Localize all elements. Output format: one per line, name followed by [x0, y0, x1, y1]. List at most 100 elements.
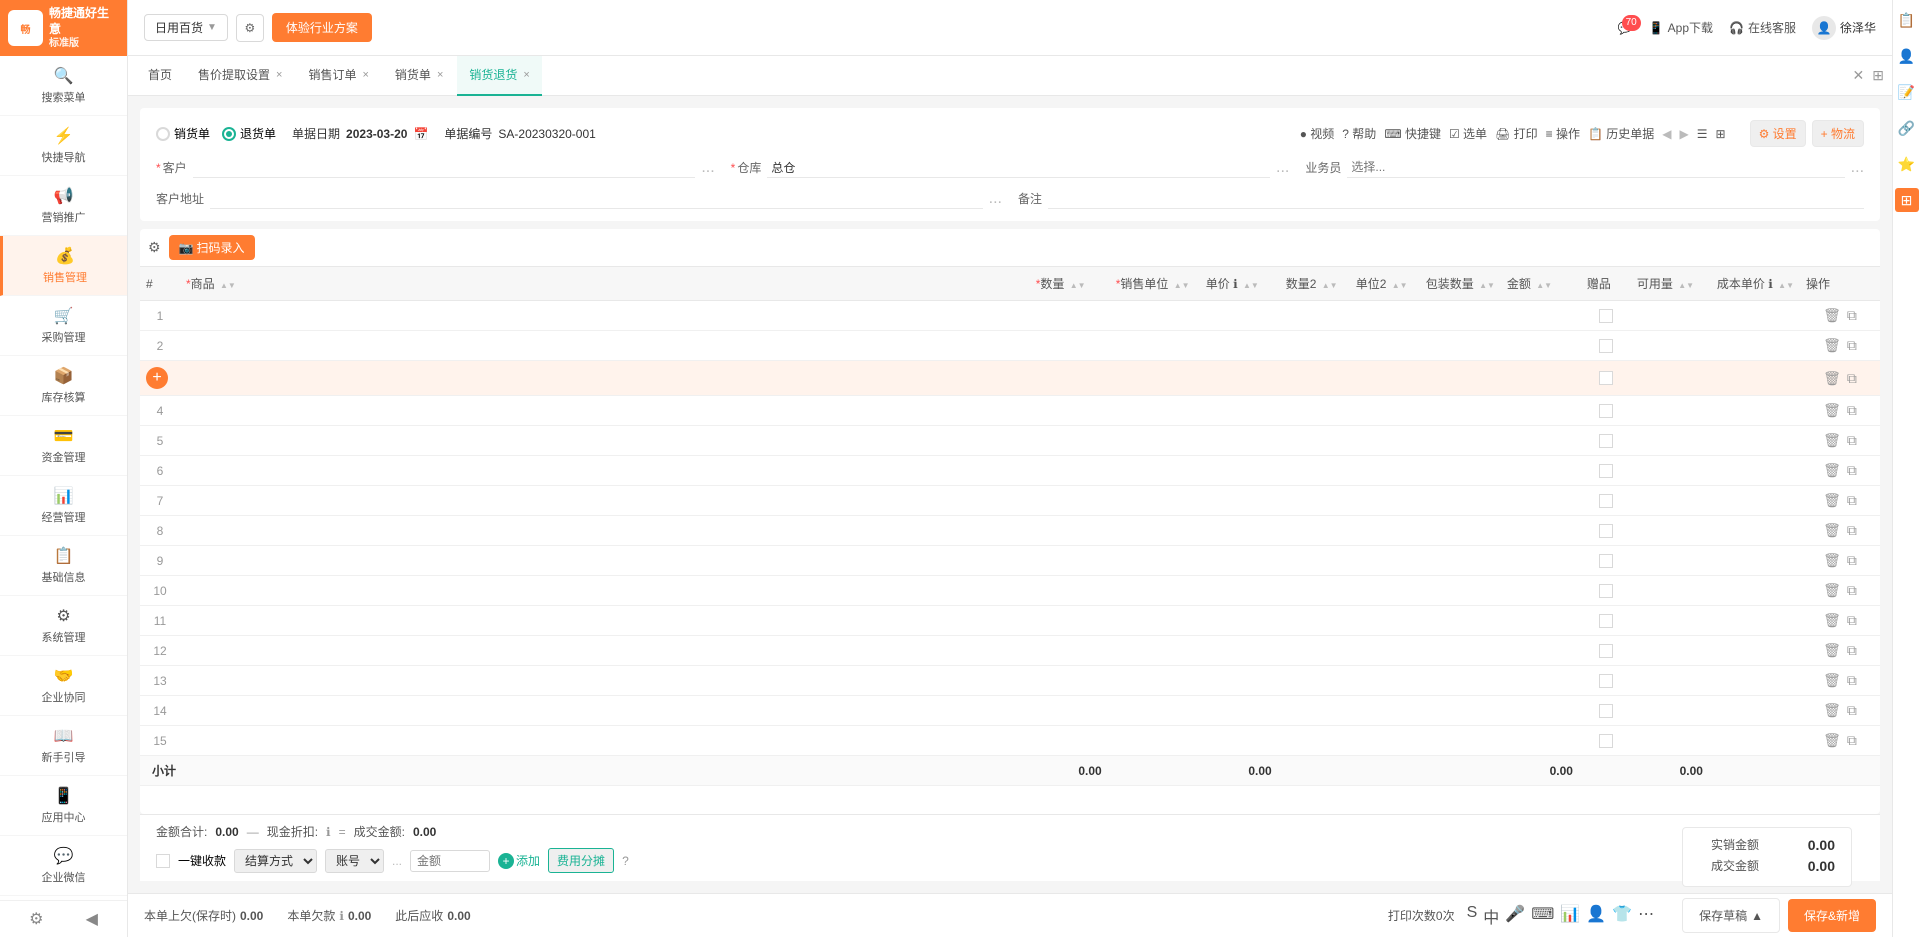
- row-available-3[interactable]: [1631, 361, 1711, 396]
- copy-icon[interactable]: ⧉: [1847, 612, 1857, 629]
- tab-price-close[interactable]: ×: [276, 69, 282, 81]
- gift-checkbox-3[interactable]: [1599, 371, 1613, 385]
- row-qty2-2[interactable]: [1280, 331, 1350, 361]
- delete-icon[interactable]: 🗑: [1823, 642, 1841, 659]
- sidebar-item-系统管理[interactable]: ⚙ 系统管理: [0, 596, 127, 656]
- row-quantity-3[interactable]: [1030, 361, 1110, 396]
- table-settings-icon[interactable]: ⚙: [148, 239, 161, 256]
- tab-price-settings[interactable]: 售价提取设置 ×: [186, 56, 294, 96]
- app-download-button[interactable]: 📱 App下载: [1649, 19, 1713, 36]
- copy-icon[interactable]: ⧉: [1847, 552, 1857, 569]
- address-input[interactable]: [210, 188, 983, 209]
- toolbar-icon-4[interactable]: ⌨: [1531, 904, 1554, 928]
- daily-select[interactable]: 日用百货 ▼: [144, 14, 228, 41]
- row-quantity-1[interactable]: [1030, 301, 1110, 331]
- save-draft-button[interactable]: 保存草稿 ▲: [1682, 898, 1780, 933]
- sidebar-item-资金管理[interactable]: 💳 资金管理: [0, 416, 127, 476]
- operation-btn[interactable]: ≡ 操作: [1546, 125, 1580, 142]
- settings-icon[interactable]: ⚙: [29, 909, 43, 929]
- calendar-icon[interactable]: 📅: [413, 127, 428, 141]
- copy-icon[interactable]: ⧉: [1847, 732, 1857, 749]
- sidebar-item-采购管理[interactable]: 🛒 采购管理: [0, 296, 127, 356]
- sidebar-item-企业协同[interactable]: 🤝 企业协同: [0, 656, 127, 716]
- toolbar-icon-2[interactable]: 中: [1483, 904, 1499, 928]
- tab-more[interactable]: ⊞: [1872, 67, 1884, 84]
- account-dots[interactable]: ...: [392, 854, 402, 868]
- sort-pack[interactable]: ▲▼: [1479, 281, 1495, 290]
- pay-amount-input[interactable]: [410, 850, 490, 872]
- delete-icon[interactable]: 🗑: [1823, 522, 1841, 539]
- scan-button[interactable]: 📷 扫码录入: [169, 235, 255, 260]
- collapse-icon[interactable]: ◀: [86, 909, 98, 929]
- shortcut-btn[interactable]: ⌨ 快捷键: [1384, 125, 1441, 142]
- row-pack-3[interactable]: [1420, 361, 1501, 396]
- right-panel-user[interactable]: 👤: [1895, 44, 1919, 68]
- remark-input[interactable]: [1048, 188, 1864, 209]
- toolbar-icon-7[interactable]: 👕: [1612, 904, 1632, 928]
- right-panel-active[interactable]: ⊞: [1895, 188, 1919, 212]
- video-btn[interactable]: ● 视频: [1300, 125, 1335, 142]
- print-btn[interactable]: 🖨 打印: [1495, 125, 1538, 142]
- tab-sales[interactable]: 销货单 ×: [383, 56, 455, 96]
- row-product-1[interactable]: [180, 301, 1030, 331]
- row-unit2-3[interactable]: [1350, 361, 1420, 396]
- row-gift-1[interactable]: [1581, 301, 1631, 331]
- row-product-2[interactable]: [180, 331, 1030, 361]
- sidebar-item-搜索菜单[interactable]: 🔍 搜索菜单: [0, 56, 127, 116]
- toolbar-icon-3[interactable]: 🎤: [1505, 904, 1525, 928]
- copy-icon[interactable]: ⧉: [1847, 402, 1857, 419]
- row-price-1[interactable]: [1200, 301, 1280, 331]
- copy-icon[interactable]: ⧉: [1847, 522, 1857, 539]
- header-settings-button[interactable]: ⚙: [236, 14, 264, 42]
- sort-qty2[interactable]: ▲▼: [1322, 281, 1338, 290]
- sidebar-item-快捷导航[interactable]: ⚡ 快捷导航: [0, 116, 127, 176]
- delete-icon[interactable]: 🗑: [1823, 612, 1841, 629]
- copy-icon[interactable]: ⧉: [1847, 432, 1857, 449]
- row-amount-3[interactable]: [1501, 361, 1581, 396]
- sort-cost[interactable]: ▲▼: [1778, 281, 1794, 290]
- toolbar-icon-5[interactable]: 📊: [1560, 904, 1580, 928]
- pay-checkbox[interactable]: [156, 854, 170, 868]
- row-quantity-2[interactable]: [1030, 331, 1110, 361]
- right-panel-link[interactable]: 🔗: [1895, 116, 1919, 140]
- row-pack-1[interactable]: [1420, 301, 1501, 331]
- tab-sales-order-close[interactable]: ×: [362, 69, 368, 81]
- sort-price[interactable]: ▲▼: [1243, 281, 1259, 290]
- grid-view-btn[interactable]: ⊞: [1716, 127, 1726, 141]
- row-price-3[interactable]: [1200, 361, 1280, 396]
- right-panel-note[interactable]: 📝: [1895, 80, 1919, 104]
- sort-product[interactable]: ▲▼: [220, 281, 236, 290]
- toolbar-icon-1[interactable]: S: [1467, 904, 1478, 928]
- logistics-button[interactable]: + 物流: [1812, 120, 1864, 147]
- sidebar-item-基础信息[interactable]: 📋 基础信息: [0, 536, 127, 596]
- sort-unit2[interactable]: ▲▼: [1392, 281, 1408, 290]
- tab-home[interactable]: 首页: [136, 56, 184, 96]
- radio-sales[interactable]: 销货单: [156, 125, 210, 142]
- delete-icon[interactable]: 🗑: [1823, 402, 1841, 419]
- nav-prev[interactable]: ◀: [1662, 127, 1671, 141]
- sort-amount[interactable]: ▲▼: [1536, 281, 1552, 290]
- row-cost-2[interactable]: [1711, 331, 1800, 361]
- customer-input[interactable]: [193, 157, 696, 178]
- select-btn[interactable]: ☑ 选单: [1449, 125, 1487, 142]
- setting-button[interactable]: ⚙ 设置: [1750, 120, 1806, 147]
- sort-quantity[interactable]: ▲▼: [1070, 281, 1086, 290]
- salesperson-dots[interactable]: ...: [1851, 159, 1864, 177]
- row-pack-2[interactable]: [1420, 331, 1501, 361]
- table-view-btn[interactable]: ☰: [1697, 127, 1708, 141]
- row-price-2[interactable]: [1200, 331, 1280, 361]
- fee-help[interactable]: ?: [622, 854, 629, 868]
- delete-icon-1[interactable]: 🗑: [1823, 307, 1841, 324]
- tab-return[interactable]: 销货退货 ×: [457, 56, 541, 96]
- delete-icon[interactable]: 🗑: [1823, 432, 1841, 449]
- gift-checkbox-2[interactable]: [1599, 339, 1613, 353]
- sidebar-item-销售管理[interactable]: 💰 销售管理: [0, 236, 127, 296]
- row-available-2[interactable]: [1631, 331, 1711, 361]
- customer-dots[interactable]: ...: [701, 159, 714, 177]
- delete-icon-2[interactable]: 🗑: [1823, 337, 1841, 354]
- copy-icon[interactable]: ⧉: [1847, 462, 1857, 479]
- online-service-button[interactable]: 🎧 在线客服: [1729, 19, 1796, 36]
- toolbar-icon-6[interactable]: 👤: [1586, 904, 1606, 928]
- toolbar-icon-8[interactable]: ⋯: [1638, 904, 1654, 928]
- tab-sales-close[interactable]: ×: [437, 69, 443, 81]
